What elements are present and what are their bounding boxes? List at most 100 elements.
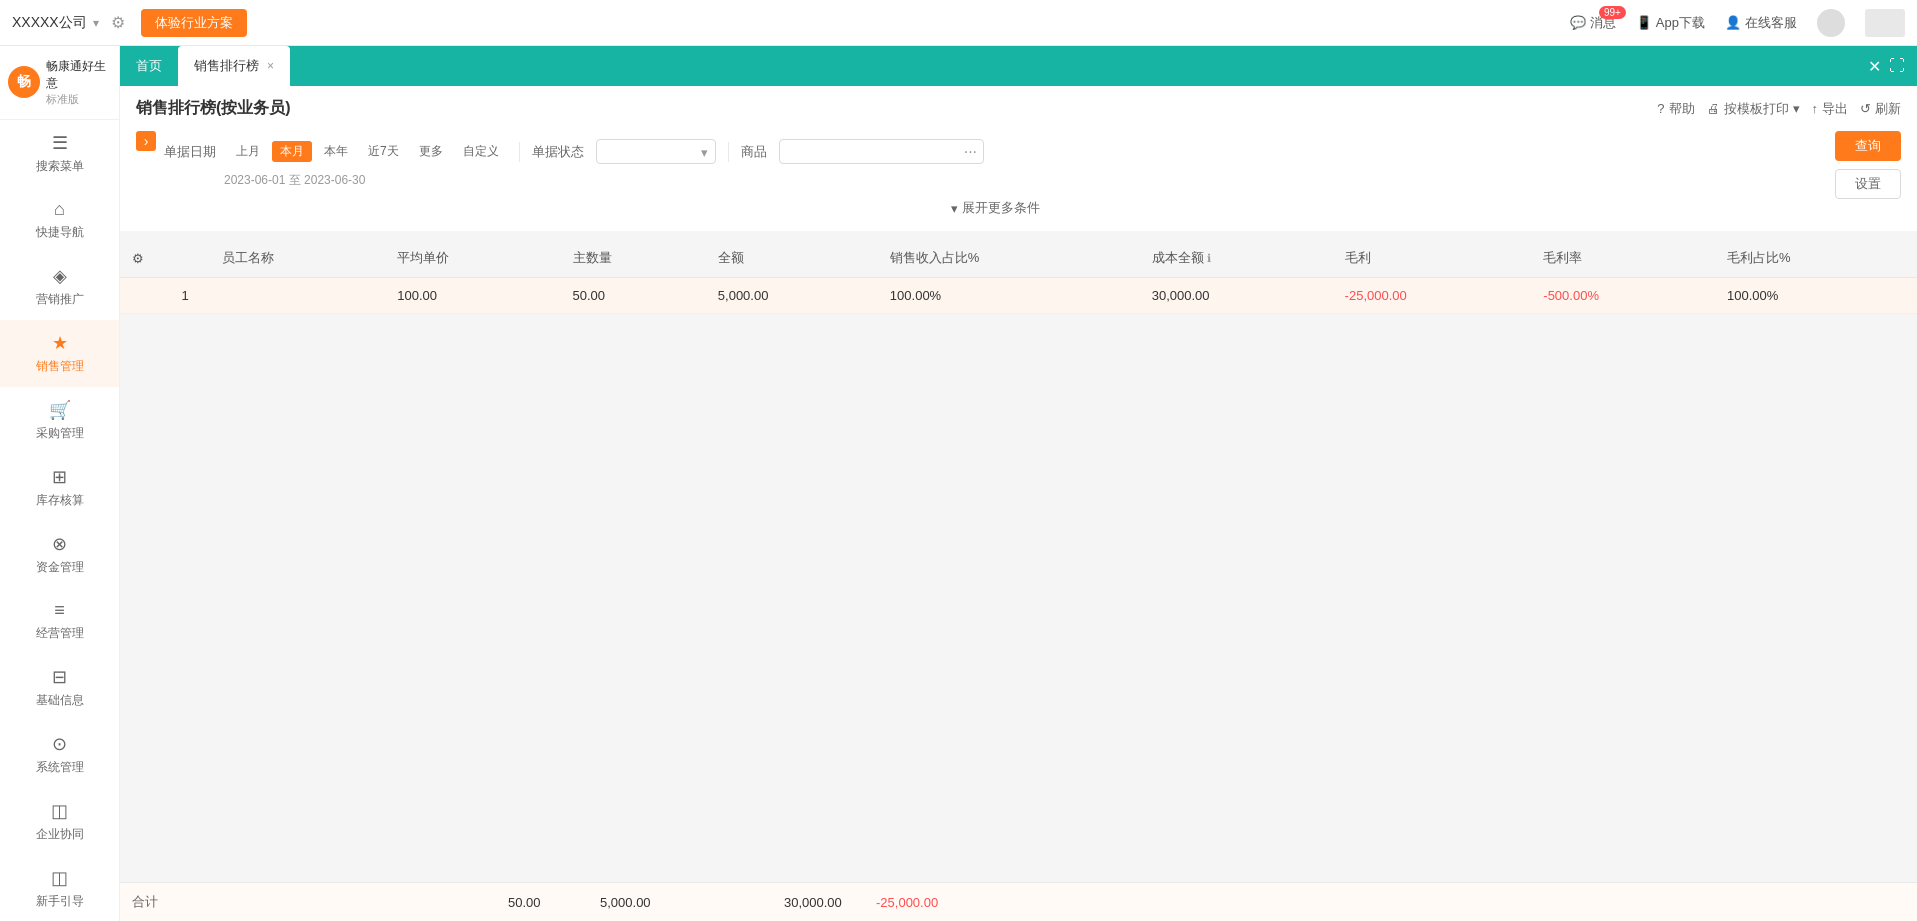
sidebar-item-label: 销售管理 <box>36 358 84 375</box>
doc-status-select[interactable] <box>596 139 716 164</box>
col-settings[interactable]: ⚙ <box>120 239 160 278</box>
table-area: ⚙ 员工名称 平均单价 主数量 全额 销售收入占比% 成本全额 ℹ 毛利 毛利率 <box>120 239 1917 882</box>
sidebar-item-finance[interactable]: ⊗ 资金管理 <box>0 521 119 588</box>
goods-input-wrapper: ··· <box>779 139 984 164</box>
date-option-this-year[interactable]: 本年 <box>316 141 356 162</box>
settings-icon[interactable]: ⚙ <box>107 9 129 36</box>
sidebar-item-system[interactable]: ⊙ 系统管理 <box>0 721 119 788</box>
col-gross-pct: 毛利占比% <box>1715 239 1917 278</box>
col-avg-price: 平均单价 <box>385 239 560 278</box>
tab-home-label: 首页 <box>136 57 162 75</box>
finance-icon: ⊗ <box>52 533 67 555</box>
avatar[interactable] <box>1817 9 1845 37</box>
goods-input[interactable] <box>780 140 964 163</box>
main-layout: 畅 畅康通好生意 标准版 ☰ 搜索菜单 ⌂ 快捷导航 ◈ 营销推广 ★ 销售管理… <box>0 46 1917 921</box>
tab-sales-ranking[interactable]: 销售排行榜 × <box>178 46 290 86</box>
sidebar-item-label: 营销推广 <box>36 291 84 308</box>
sales-icon: ★ <box>52 332 68 354</box>
date-option-7days[interactable]: 近7天 <box>360 141 407 162</box>
message-badge: 99+ <box>1599 6 1626 19</box>
sidebar-item-label: 新手引导 <box>36 893 84 910</box>
sidebar-item-label: 系统管理 <box>36 759 84 776</box>
app-download-item[interactable]: 📱 App下载 <box>1636 14 1705 32</box>
col-cost: 成本全额 ℹ <box>1140 239 1333 278</box>
date-option-custom[interactable]: 自定义 <box>455 141 507 162</box>
help-label: 帮助 <box>1669 100 1695 118</box>
doc-status-label: 单据状态 <box>532 143 584 161</box>
expand-conditions-label: 展开更多条件 <box>962 199 1040 217</box>
message-item[interactable]: 💬 消息 99+ <box>1570 14 1616 32</box>
tab-expand-icon[interactable]: ⛶ <box>1889 57 1905 75</box>
sidebar-item-label: 经营管理 <box>36 625 84 642</box>
date-option-more[interactable]: 更多 <box>411 141 451 162</box>
cost-help-icon[interactable]: ℹ <box>1207 252 1211 264</box>
tab-close-icon[interactable]: × <box>267 59 274 73</box>
footer-cost: 30,000.00 <box>784 895 864 910</box>
goods-input-dots-icon[interactable]: ··· <box>964 143 983 161</box>
col-qty: 主数量 <box>561 239 706 278</box>
page-title: 销售排行榜(按业务员) <box>136 98 291 119</box>
sidebar-item-basic[interactable]: ⊟ 基础信息 <box>0 654 119 721</box>
sidebar-item-label: 搜索菜单 <box>36 158 84 175</box>
export-link[interactable]: ↑ 导出 <box>1812 100 1849 118</box>
content-area: 首页 销售排行榜 × ✕ ⛶ 销售排行榜(按业务员) ? <box>120 46 1917 921</box>
col-amount: 全额 <box>706 239 878 278</box>
basic-icon: ⊟ <box>52 666 67 688</box>
sidebar-item-operation[interactable]: ≡ 经营管理 <box>0 588 119 654</box>
footer-qty: 50.00 <box>508 895 588 910</box>
sidebar-item-marketing[interactable]: ◈ 营销推广 <box>0 253 119 320</box>
export-label: 导出 <box>1822 100 1848 118</box>
enterprise-icon: ◫ <box>51 800 68 822</box>
company-selector[interactable]: XXXXX公司 ▾ <box>12 14 99 32</box>
row-gross-rate-cell: -500.00% <box>1531 278 1715 314</box>
date-range-options: 上月 本月 本年 近7天 更多 自定义 <box>228 141 507 162</box>
sidebar-item-quick-nav[interactable]: ⌂ 快捷导航 <box>0 187 119 253</box>
date-option-last-month[interactable]: 上月 <box>228 141 268 162</box>
page-actions: ? 帮助 🖨 按模板打印 ▾ ↑ 导出 ↺ <box>1657 100 1901 118</box>
table-header-row: ⚙ 员工名称 平均单价 主数量 全额 销售收入占比% 成本全额 ℹ 毛利 毛利率 <box>120 239 1917 278</box>
settings-button[interactable]: 设置 <box>1835 169 1901 199</box>
online-service-label: 在线客服 <box>1745 14 1797 32</box>
data-table: ⚙ 员工名称 平均单价 主数量 全额 销售收入占比% 成本全额 ℹ 毛利 毛利率 <box>120 239 1917 314</box>
tab-home[interactable]: 首页 <box>120 46 178 86</box>
right-panel: 查询 设置 <box>1835 131 1901 199</box>
sidebar-item-label: 库存核算 <box>36 492 84 509</box>
avatar2[interactable] <box>1865 9 1905 37</box>
filter-row-1: 单据日期 上月 本月 本年 近7天 更多 自定义 单据状 <box>164 131 1827 172</box>
header-right: 💬 消息 99+ 📱 App下载 👤 在线客服 <box>1570 9 1905 37</box>
row-gross-cell: -25,000.00 <box>1333 278 1532 314</box>
table-body: 1 100.00 50.00 5,000.00 100.00% 30,000.0… <box>120 278 1917 314</box>
trial-button[interactable]: 体验行业方案 <box>141 9 247 37</box>
sidebar-item-inventory[interactable]: ⊞ 库存核算 <box>0 454 119 521</box>
expand-conditions-btn[interactable]: ▾ 展开更多条件 <box>164 193 1827 223</box>
refresh-link[interactable]: ↺ 刷新 <box>1860 100 1901 118</box>
table-row: 1 100.00 50.00 5,000.00 100.00% 30,000.0… <box>120 278 1917 314</box>
sidebar-item-label: 采购管理 <box>36 425 84 442</box>
filter-fields: 单据日期 上月 本月 本年 近7天 更多 自定义 单据状 <box>164 131 1827 223</box>
template-print-link[interactable]: 🖨 按模板打印 ▾ <box>1707 100 1800 118</box>
doc-date-label: 单据日期 <box>164 143 216 161</box>
sidebar-item-enterprise[interactable]: ◫ 企业协同 <box>0 788 119 855</box>
date-option-this-month[interactable]: 本月 <box>272 141 312 162</box>
sidebar-item-label: 企业协同 <box>36 826 84 843</box>
search-order-icon: ☰ <box>52 132 68 154</box>
date-range-text: 2023-06-01 至 2023-06-30 <box>224 172 365 189</box>
chevron-down-icon: ▾ <box>951 201 958 216</box>
sidebar-item-sales[interactable]: ★ 销售管理 <box>0 320 119 387</box>
chevron-down-icon: ▾ <box>93 16 99 30</box>
sidebar-item-search-order[interactable]: ☰ 搜索菜单 <box>0 120 119 187</box>
sidebar-item-purchase[interactable]: 🛒 采购管理 <box>0 387 119 454</box>
template-print-label: 按模板打印 <box>1724 100 1789 118</box>
online-service-item[interactable]: 👤 在线客服 <box>1725 14 1797 32</box>
sidebar-item-guide[interactable]: ◫ 新手引导 <box>0 855 119 921</box>
query-button[interactable]: 查询 <box>1835 131 1901 161</box>
sidebar-item-label: 快捷导航 <box>36 224 84 241</box>
col-gross-rate: 毛利率 <box>1531 239 1715 278</box>
tab-bar: 首页 销售排行榜 × ✕ ⛶ <box>120 46 1917 86</box>
row-rank-cell: 1 <box>160 278 210 314</box>
help-link[interactable]: ? 帮助 <box>1657 100 1694 118</box>
tab-close-window-icon[interactable]: ✕ <box>1868 57 1881 76</box>
expand-filter-button[interactable]: › <box>136 131 156 151</box>
guide-icon: ◫ <box>51 867 68 889</box>
tab-action-icons: ✕ ⛶ <box>1868 57 1917 76</box>
